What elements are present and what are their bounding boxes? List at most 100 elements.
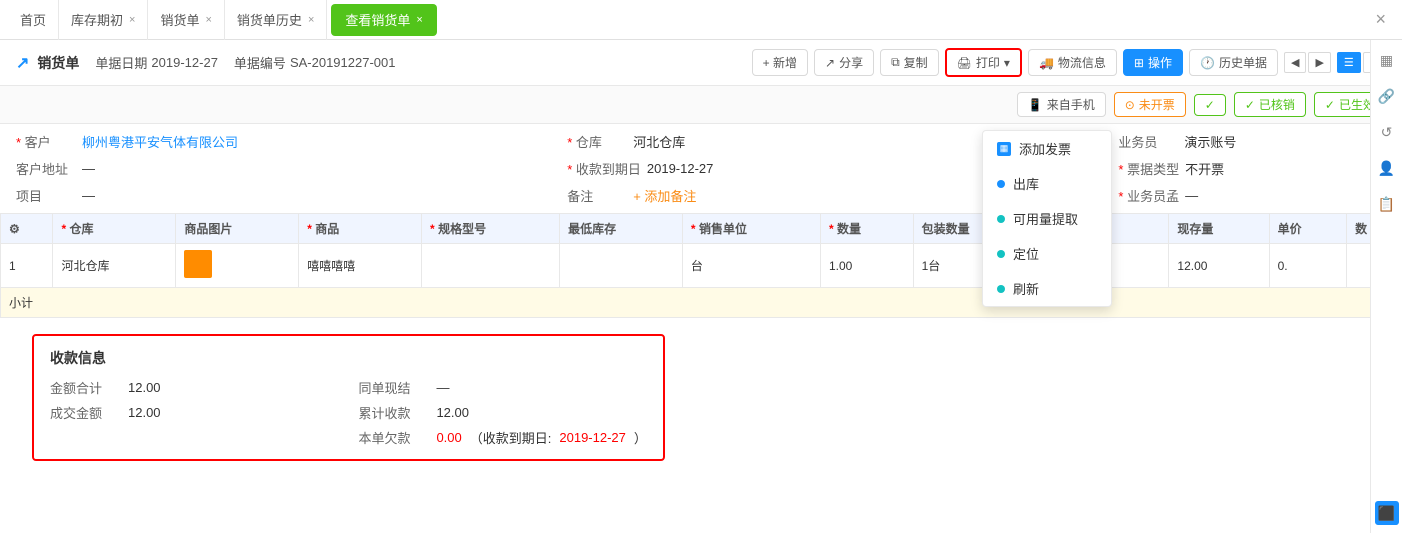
- doc-type-label: 销货单: [37, 53, 79, 73]
- phone-icon: 📱: [1028, 98, 1043, 112]
- print-highlight-box: 🖨 打印 ▾: [945, 48, 1022, 77]
- add-note-btn[interactable]: + 添加备注: [633, 186, 696, 205]
- address-value: —: [82, 161, 95, 176]
- td-qty: 1.00: [820, 244, 913, 288]
- check-btn[interactable]: ✓: [1194, 94, 1226, 116]
- operations-button[interactable]: ⊞ 操作: [1123, 49, 1183, 76]
- main-content: ↗ 销货单 单据日期 2019-12-27 单据编号 SA-20191227-0…: [0, 40, 1402, 533]
- sidebar-icon-2[interactable]: 🔗: [1375, 84, 1399, 108]
- staff-row: 业务员 演示账号: [1118, 132, 1386, 151]
- table-row: 1 河北仓库 嘻嘻嘻嘻 台 1.00 1台 12.00 0.: [1, 244, 1402, 288]
- td-price: 0.: [1269, 244, 1347, 288]
- cancelled-btn[interactable]: ✓ 已核销: [1234, 92, 1306, 117]
- from-phone-btn[interactable]: 📱 来自手机: [1017, 92, 1106, 117]
- sidebar-icon-3[interactable]: ↺: [1375, 120, 1399, 144]
- settings-icon[interactable]: ⚙: [9, 222, 20, 236]
- salesperson-row: 业务员孟 —: [1118, 186, 1386, 205]
- payment-info-box: 收款信息 金额合计 12.00 成交金额 12.00: [32, 334, 665, 461]
- project-label: 项目: [16, 186, 76, 205]
- tab-history[interactable]: 销货单历史 ×: [225, 0, 327, 40]
- dropdown-available-qty[interactable]: 可用量提取: [983, 201, 1111, 236]
- due-note-end: ）: [634, 428, 647, 447]
- table-header-row: ⚙ 仓库 商品图片 商品 规格型号 最低库存 销售单位 数量 包装数量 可用量 …: [1, 214, 1402, 244]
- add-invoice-label: 添加发票: [1019, 139, 1071, 158]
- logistics-button[interactable]: 🚚 物流信息: [1028, 49, 1117, 76]
- th-min-stock: 最低库存: [560, 214, 683, 244]
- salesperson-label: 业务员孟: [1118, 186, 1179, 205]
- tab-sales[interactable]: 销货单 ×: [148, 0, 224, 40]
- payment-right: 同单现结 — 累计收款 12.00 本单欠款 0.00 （收款到期日: 2019…: [358, 378, 646, 447]
- cumulative-row: 累计收款 12.00: [358, 403, 646, 422]
- doc-header: ↗ 销货单 单据日期 2019-12-27 单据编号 SA-20191227-0…: [0, 40, 1402, 86]
- tab-home-label: 首页: [20, 10, 46, 29]
- sidebar-icon-1[interactable]: ▦: [1375, 48, 1399, 72]
- copy-icon: ⧉: [891, 55, 900, 70]
- share-button[interactable]: ↗ 分享: [814, 49, 874, 76]
- copy-button[interactable]: ⧉ 复制: [880, 49, 939, 76]
- tab-sales-close[interactable]: ×: [205, 14, 211, 26]
- payment-date-label: 收款到期日: [567, 159, 641, 178]
- tab-inventory[interactable]: 库存期初 ×: [59, 0, 148, 40]
- total-label: 金额合计: [50, 378, 120, 397]
- td-product-img: [176, 244, 299, 288]
- new-button[interactable]: + 新增: [752, 49, 808, 76]
- total-row: 金额合计 12.00: [50, 378, 338, 397]
- dropdown-outbound[interactable]: 出库: [983, 166, 1111, 201]
- due-row: 本单欠款 0.00 （收款到期日: 2019-12-27 ）: [358, 428, 646, 447]
- share-icon: ↗: [825, 56, 835, 70]
- dropdown-add-invoice[interactable]: ▦ 添加发票: [983, 131, 1111, 166]
- print-button[interactable]: 🖨 打印 ▾: [947, 50, 1020, 75]
- available-qty-icon: [997, 215, 1005, 223]
- sidebar-icon-6[interactable]: ⬛: [1375, 501, 1399, 525]
- payment-left: 金额合计 12.00 成交金额 12.00: [50, 378, 338, 447]
- tab-inventory-close[interactable]: ×: [129, 14, 135, 26]
- same-order-value: —: [436, 380, 449, 395]
- payment-date-value: 2019-12-27: [647, 161, 714, 176]
- due-value: 0.00: [436, 430, 461, 445]
- customer-value[interactable]: 柳州粤港平安气体有限公司: [82, 132, 238, 151]
- sidebar-icon-5[interactable]: 📋: [1375, 192, 1399, 216]
- print-dropdown-icon: ▾: [1004, 56, 1010, 70]
- th-product-img: 商品图片: [176, 214, 299, 244]
- td-product: 嘻嘻嘻嘻: [299, 244, 422, 288]
- cumulative-value: 12.00: [436, 405, 469, 420]
- warehouse-label: 仓库: [567, 132, 627, 151]
- tab-view-sales-close[interactable]: ×: [416, 14, 422, 26]
- due-date: 2019-12-27: [559, 430, 626, 445]
- dropdown-refresh[interactable]: 刷新: [983, 271, 1111, 306]
- address-label: 客户地址: [16, 159, 76, 178]
- tab-home[interactable]: 首页: [8, 0, 59, 40]
- tab-bar: 首页 库存期初 × 销货单 × 销货单历史 × 查看销货单 × ×: [0, 0, 1402, 40]
- staff-value: 演示账号: [1184, 132, 1236, 151]
- doc-number-value: SA-20191227-001: [290, 55, 396, 70]
- history-button[interactable]: 🕐 历史单据: [1189, 49, 1278, 76]
- grid-icon: ⊞: [1134, 56, 1144, 70]
- ticket-type-label: 票据类型: [1118, 159, 1179, 178]
- sidebar-icon-4[interactable]: 👤: [1375, 156, 1399, 180]
- tab-history-close[interactable]: ×: [308, 14, 314, 26]
- remark-label: 备注: [567, 186, 627, 205]
- th-qty: 数量: [820, 214, 913, 244]
- list-view-btn[interactable]: ☰: [1337, 52, 1361, 73]
- total-value: 12.00: [128, 380, 161, 395]
- tab-view-sales-label: 查看销货单: [345, 10, 410, 29]
- dropdown-locate[interactable]: 定位: [983, 236, 1111, 271]
- same-order-label: 同单现结: [358, 378, 428, 397]
- next-btn[interactable]: ▶: [1308, 52, 1330, 73]
- prev-btn[interactable]: ◀: [1284, 52, 1306, 73]
- tab-sales-label: 销货单: [160, 10, 199, 29]
- salesperson-value: —: [1185, 188, 1198, 203]
- not-open-btn[interactable]: ⊙ 未开票: [1114, 92, 1186, 117]
- project-row: 项目 —: [16, 186, 551, 205]
- cancelled-check-icon: ✓: [1245, 98, 1255, 112]
- transaction-label: 成交金额: [50, 403, 120, 422]
- nav-arrows: ◀ ▶: [1284, 52, 1331, 73]
- outbound-label: 出库: [1013, 174, 1039, 193]
- cumulative-label: 累计收款: [358, 403, 428, 422]
- doc-date-label: 单据日期: [95, 53, 147, 72]
- tab-bar-close-btn[interactable]: ×: [1367, 9, 1394, 30]
- payment-info-grid: 金额合计 12.00 成交金额 12.00 同单现结 —: [50, 378, 647, 447]
- subtotal-row: 小计: [1, 288, 1402, 318]
- tab-view-sales[interactable]: 查看销货单 ×: [331, 4, 436, 36]
- th-price: 单价: [1269, 214, 1347, 244]
